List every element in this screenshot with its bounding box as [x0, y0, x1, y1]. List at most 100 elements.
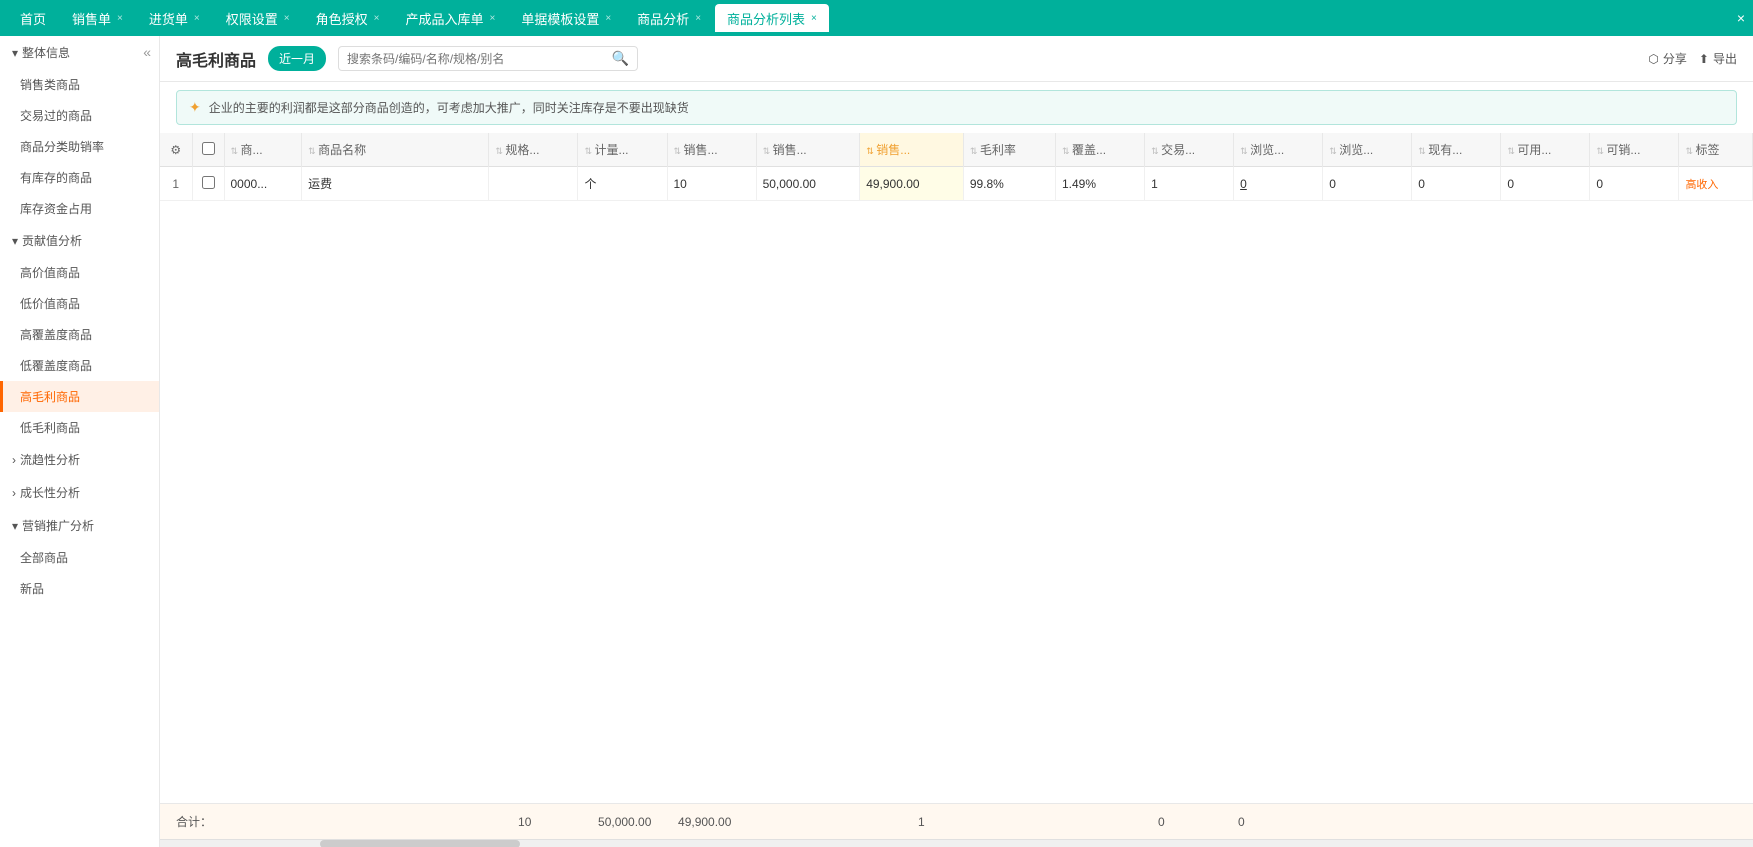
footer-col-empty4 — [1072, 815, 1152, 829]
browse1-link[interactable]: 0 — [1240, 177, 1247, 191]
share-button[interactable]: ⬡ 分享 — [1648, 50, 1687, 67]
sidebar-group-overall-label: 整体信息 — [22, 44, 70, 61]
col-sales-amount-sort-icon: ⇅ — [763, 146, 773, 156]
col-sales-amount[interactable]: ⇅ 销售... — [756, 133, 860, 167]
nav-permissions[interactable]: 权限设置 × — [214, 4, 302, 32]
close-icon[interactable]: × — [194, 13, 200, 24]
search-icon: 🔍 — [612, 50, 629, 67]
close-icon[interactable]: × — [695, 13, 701, 24]
row-code: 0000... — [224, 167, 302, 201]
page-title: 高毛利商品 — [176, 47, 256, 71]
nav-product-analysis-list[interactable]: 商品分析列表 × — [715, 4, 829, 32]
col-unit-sort-icon: ⇅ — [584, 146, 594, 156]
sidebar-item-high-margin[interactable]: 高毛利商品 — [0, 381, 159, 412]
sidebar-collapse-button[interactable]: « — [143, 44, 151, 60]
col-available-stock[interactable]: ⇅ 可用... — [1501, 133, 1590, 167]
col-sales-profit[interactable]: ⇅ 销售... — [860, 133, 964, 167]
window-controls: × — [1737, 10, 1745, 26]
col-sales-qty[interactable]: ⇅ 销售... — [667, 133, 756, 167]
footer-label: 合计： — [176, 813, 212, 830]
nav-sales[interactable]: 销售单 × — [60, 4, 135, 32]
sidebar-group-contribution-label: 贡献值分析 — [22, 232, 82, 249]
col-name[interactable]: ⇅ 商品名称 — [302, 133, 489, 167]
row-sellable-stock: 0 — [1590, 167, 1679, 201]
content-header: 高毛利商品 近一月 🔍 ⬡ 分享 ⬆ 导出 — [160, 36, 1753, 82]
footer-available-stock: 0 — [1232, 815, 1312, 829]
col-sellable-stock[interactable]: ⇅ 可销... — [1590, 133, 1679, 167]
row-spec — [489, 167, 578, 201]
row-num: 1 — [160, 167, 192, 201]
nav-permissions-label: 权限设置 — [226, 9, 278, 28]
col-settings[interactable]: ⚙ — [160, 133, 192, 167]
col-browse2[interactable]: ⇅ 浏览... — [1323, 133, 1412, 167]
sidebar-item-high-value[interactable]: 高价值商品 — [0, 257, 159, 288]
sidebar-item-high-coverage[interactable]: 高覆盖度商品 — [0, 319, 159, 350]
close-icon[interactable]: × — [117, 13, 123, 24]
table-header-row: ⚙ ⇅ 商... ⇅ 商品名称 ⇅ 规格... ⇅ 计量... ⇅ 销售... … — [160, 133, 1753, 167]
nav-roles[interactable]: 角色授权 × — [304, 4, 392, 32]
col-coverage[interactable]: ⇅ 覆盖... — [1056, 133, 1145, 167]
col-current-stock-sort-icon: ⇅ — [1418, 146, 1428, 156]
row-gross-margin: 99.8% — [963, 167, 1055, 201]
nav-home-label: 首页 — [20, 9, 46, 28]
sidebar-item-category-rate[interactable]: 商品分类助销率 — [0, 131, 159, 162]
nav-product-analysis[interactable]: 商品分析 × — [625, 4, 713, 32]
sidebar-item-low-margin[interactable]: 低毛利商品 — [0, 412, 159, 443]
col-transaction[interactable]: ⇅ 交易... — [1145, 133, 1234, 167]
close-icon[interactable]: × — [489, 13, 495, 24]
search-input[interactable] — [347, 52, 608, 66]
sidebar-item-traded-goods[interactable]: 交易过的商品 — [0, 100, 159, 131]
col-tag[interactable]: ⇅ 标签 — [1679, 133, 1753, 167]
sidebar-group-flow[interactable]: › 流趋性分析 — [0, 443, 159, 476]
nav-home[interactable]: 首页 — [8, 4, 58, 32]
sidebar-item-in-stock[interactable]: 有库存的商品 — [0, 162, 159, 193]
sidebar-item-stock-capital[interactable]: 库存资金占用 — [0, 193, 159, 224]
sidebar-item-low-coverage[interactable]: 低覆盖度商品 — [0, 350, 159, 381]
share-icon: ⬡ — [1648, 52, 1658, 66]
col-spec-sort-icon: ⇅ — [495, 146, 505, 156]
footer-current-stock: 0 — [1152, 815, 1232, 829]
row-checkbox-cell — [192, 167, 224, 201]
nav-purchase[interactable]: 进货单 × — [137, 4, 212, 32]
sidebar-item-low-value[interactable]: 低价值商品 — [0, 288, 159, 319]
col-browse1[interactable]: ⇅ 浏览... — [1234, 133, 1323, 167]
col-code[interactable]: ⇅ 商... — [224, 133, 302, 167]
sidebar-item-new-goods[interactable]: 新品 — [0, 573, 159, 604]
nav-purchase-label: 进货单 — [149, 9, 188, 28]
close-icon[interactable]: × — [811, 13, 817, 24]
scroll-bar-area — [160, 839, 1753, 847]
row-current-stock: 0 — [1412, 167, 1501, 201]
footer-col-empty1 — [752, 815, 832, 829]
row-browse2: 0 — [1323, 167, 1412, 201]
close-icon[interactable]: × — [374, 13, 380, 24]
col-spec[interactable]: ⇅ 规格... — [489, 133, 578, 167]
row-browse1[interactable]: 0 — [1234, 167, 1323, 201]
chevron-right-icon: › — [12, 486, 16, 500]
select-all-checkbox[interactable] — [202, 142, 215, 155]
sidebar-group-overall[interactable]: ▾ 整体信息 — [0, 36, 159, 69]
row-checkbox[interactable] — [202, 176, 215, 189]
col-current-stock[interactable]: ⇅ 现有... — [1412, 133, 1501, 167]
window-close-icon[interactable]: × — [1737, 10, 1745, 26]
close-icon[interactable]: × — [605, 13, 611, 24]
col-gross-margin-sort-icon: ⇅ — [970, 146, 980, 156]
sidebar-group-growth[interactable]: › 成长性分析 — [0, 476, 159, 509]
col-gross-margin[interactable]: ⇅ 毛利率 — [963, 133, 1055, 167]
close-icon[interactable]: × — [284, 13, 290, 24]
nav-roles-label: 角色授权 — [316, 9, 368, 28]
footer-col-empty2 — [832, 815, 912, 829]
export-button[interactable]: ⬆ 导出 — [1699, 50, 1737, 67]
nav-product-analysis-list-label: 商品分析列表 — [727, 9, 805, 28]
sidebar-group-contribution[interactable]: ▾ 贡献值分析 — [0, 224, 159, 257]
sidebar-item-sales-goods[interactable]: 销售类商品 — [0, 69, 159, 100]
nav-template[interactable]: 单据模板设置 × — [509, 4, 623, 32]
nav-stock-in[interactable]: 产成品入库单 × — [393, 4, 507, 32]
sidebar-item-all-goods[interactable]: 全部商品 — [0, 542, 159, 573]
horizontal-scrollbar[interactable] — [320, 840, 520, 847]
sidebar-group-marketing[interactable]: ▾ 营销推广分析 — [0, 509, 159, 542]
chevron-right-icon: › — [12, 453, 16, 467]
search-box[interactable]: 🔍 — [338, 46, 638, 71]
filter-last-month[interactable]: 近一月 — [268, 46, 326, 71]
info-text: 企业的主要的利润都是这部分商品创造的，可考虑加大推广，同时关注库存是不要出现缺货 — [209, 99, 689, 116]
col-unit[interactable]: ⇅ 计量... — [578, 133, 667, 167]
